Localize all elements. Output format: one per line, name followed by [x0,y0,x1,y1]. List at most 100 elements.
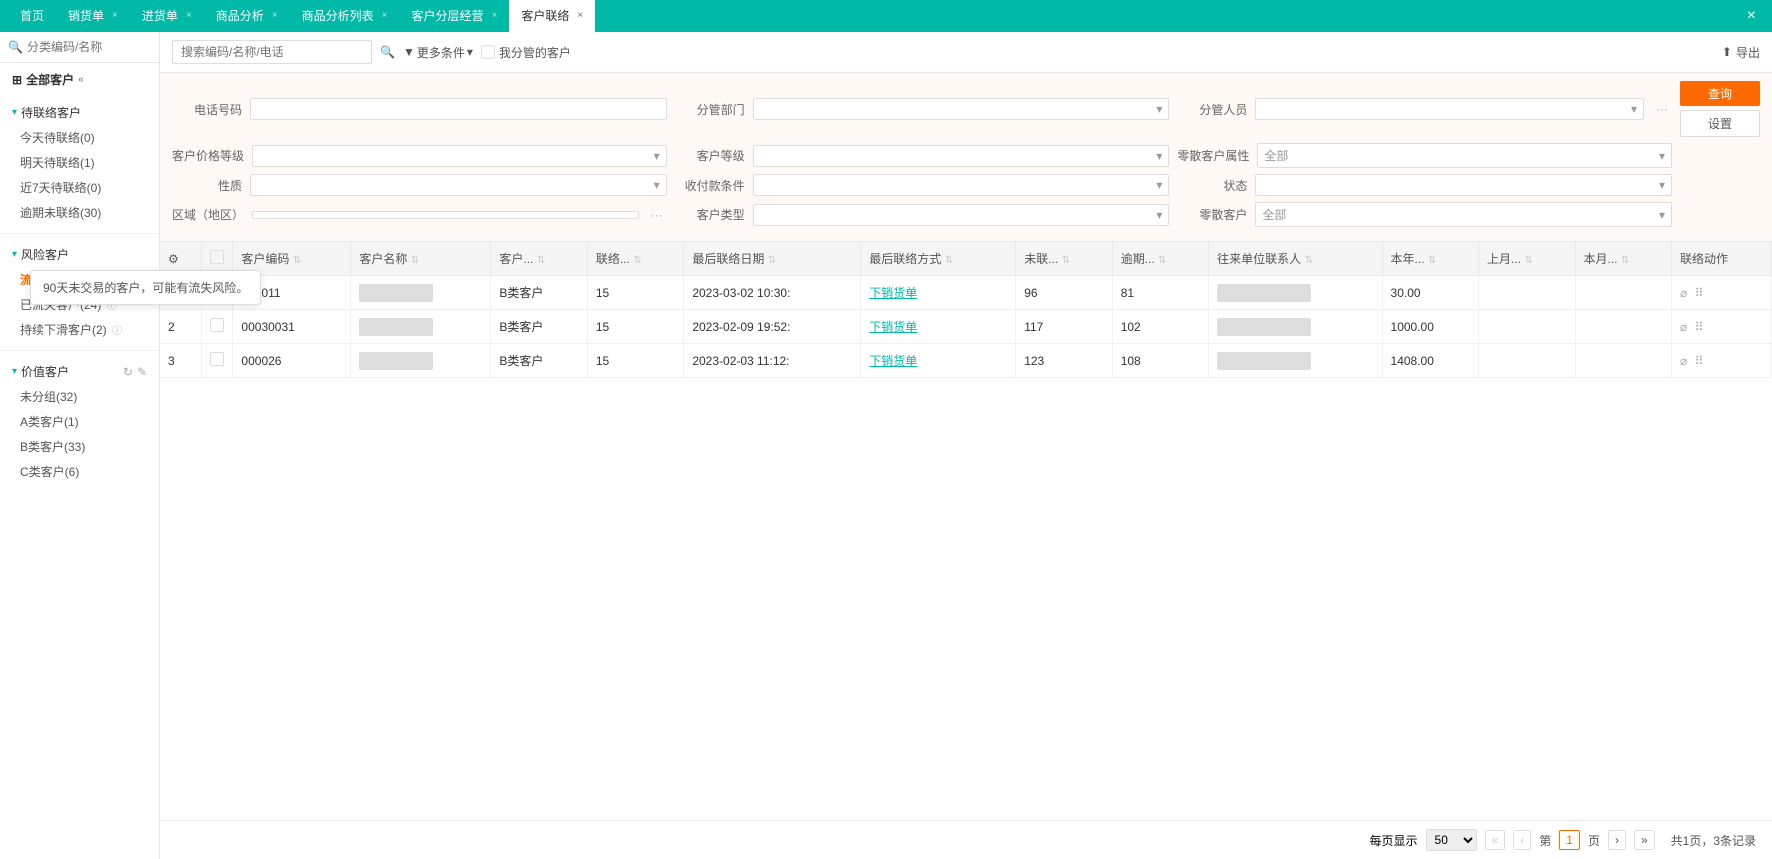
sort-icon-tmonth[interactable]: ⇅ [1621,255,1629,266]
settings-icon[interactable]: ⚙ [168,252,179,266]
nav-sales[interactable]: 销货单 × [56,0,130,32]
nav-customer-layer[interactable]: 客户分层经营 × [399,0,509,32]
query-btn[interactable]: 查询 [1680,81,1760,106]
sort-icon-date[interactable]: ⇅ [768,255,776,266]
filter-select-customer-level[interactable]: ▾ [753,145,1170,167]
refresh-icon[interactable]: ↻ [123,365,133,379]
sidebar-item-ungroup[interactable]: 未分组(32) [0,384,159,409]
sidebar-group-pending-title[interactable]: ▾ 待联络客户 [0,100,159,125]
table-area: ⚙ 客户编码 ⇅ 客户名称 ⇅ 客户... [160,242,1772,820]
sidebar-item-class-c[interactable]: C类客户(6) [0,459,159,484]
cell-last-method[interactable]: 下销货单 [861,344,1016,378]
sort-icon-contact2[interactable]: ⇅ [1305,255,1313,266]
action-link-icon[interactable]: ⌀ [1680,354,1687,368]
sidebar-group-risk-title[interactable]: ▾ 风险客户 [0,242,159,267]
sort-icon-type[interactable]: ⇅ [537,255,545,266]
sort-icon-uncontacted[interactable]: ⇅ [1062,255,1070,266]
filter-field-price-level: 客户价格等级 ▾ [172,145,667,167]
sort-icon-overdue[interactable]: ⇅ [1158,255,1166,266]
close-all-btn[interactable]: × [1739,7,1764,25]
filter-more-dot-region[interactable]: ··· [647,208,667,222]
filter-select-dept[interactable]: ▾ [753,98,1170,120]
sort-icon-year[interactable]: ⇅ [1428,255,1436,266]
filter-field-retail-attr: 零散客户属性 全部 ▾ [1177,143,1672,168]
action-link-icon[interactable]: ⌀ [1680,286,1687,300]
action-dots-icon[interactable]: ⠿ [1695,320,1704,334]
nav-purchase[interactable]: 进货单 × [130,0,204,32]
last-method-link[interactable]: 下销货单 [869,320,917,334]
sidebar-item-tomorrow[interactable]: 明天待联络(1) [0,150,159,175]
cell-checkbox[interactable] [202,344,233,378]
sidebar-group-value-title[interactable]: ▾ 价值客户 ↻ ✎ [0,359,159,384]
cell-last-method[interactable]: 下销货单 [861,276,1016,310]
cell-last-method[interactable]: 下销货单 [861,310,1016,344]
sidebar-item-today[interactable]: 今天待联络(0) [0,125,159,150]
cell-type: B类客户 [491,344,587,378]
sidebar-item-overdue[interactable]: 逾期未联络(30) [0,200,159,225]
first-page-btn[interactable]: « [1485,830,1506,850]
sort-icon-contact[interactable]: ⇅ [633,255,641,266]
filter-search-input[interactable] [172,40,372,64]
filter-input-phone[interactable] [250,98,667,120]
export-btn[interactable]: ⬆ 导出 [1722,44,1760,61]
sidebar-item-7days[interactable]: 近7天待联络(0) [0,175,159,200]
th-this-year: 本年... ⇅ [1382,242,1478,276]
sort-icon-code[interactable]: ⇅ [293,255,301,266]
filter-select-nature[interactable]: ▾ [250,174,667,196]
filter-select-retail-attr[interactable]: 全部 ▾ [1257,143,1672,168]
last-method-link[interactable]: 下销货单 [869,286,917,300]
filter-label-customer-type: 客户类型 [675,206,745,223]
sort-icon-method[interactable]: ⇅ [945,255,953,266]
nav-customer-contact[interactable]: 客户联络 × [509,0,595,32]
cell-name: ████ [351,310,491,344]
setting-btn[interactable]: 设置 [1680,110,1760,137]
table-row: 2 00030031 ████ B类客户 15 2023-02-09 19:52… [160,310,1772,344]
action-dots-icon[interactable]: ⠿ [1695,354,1704,368]
filter-my-customers[interactable]: 我分管的客户 [481,44,571,61]
sidebar-all-customers[interactable]: ⊞ 全部客户 « [0,63,159,96]
last-method-link[interactable]: 下销货单 [869,354,917,368]
filter-select-price-level[interactable]: ▾ [252,145,667,167]
checkbox-my-customers[interactable] [481,45,495,59]
page-input-label: 第 [1539,832,1551,849]
sort-icon-name[interactable]: ⇅ [411,255,419,266]
nav-sales-close[interactable]: × [112,0,118,32]
header-checkbox[interactable] [210,250,224,264]
filter-select-retail[interactable]: 全部 ▾ [1255,202,1672,227]
cell-contact: 15 [587,310,683,344]
action-link-icon[interactable]: ⌀ [1680,320,1687,334]
nav-analysis-list-close[interactable]: × [382,0,388,32]
action-dots-icon[interactable]: ⠿ [1695,286,1704,300]
sidebar-item-class-a[interactable]: A类客户(1) [0,409,159,434]
table-row: 1 000011 ████ B类客户 15 2023-03-02 10:30: … [160,276,1772,310]
nav-analysis-close[interactable]: × [272,0,278,32]
filter-more-btn[interactable]: ▼ 更多条件 ▾ [403,44,473,61]
filter-field-customer-type: 客户类型 ▾ [675,204,1170,226]
nav-analysis[interactable]: 商品分析 × [204,0,290,32]
filter-select-customer-type[interactable]: ▾ [753,204,1170,226]
filter-select-manager[interactable]: ▾ [1255,98,1644,120]
last-page-btn[interactable]: » [1634,830,1655,850]
edit-icon[interactable]: ✎ [137,365,147,379]
sidebar-search-header: 🔍 [0,32,159,63]
filter-select-region[interactable] [252,211,639,219]
cell-checkbox[interactable] [202,310,233,344]
nav-home[interactable]: 首页 [8,0,56,32]
filter-search-btn[interactable]: 🔍 [380,45,395,59]
sidebar-item-declining[interactable]: 持续下滑客户(2) ⓘ [0,317,159,342]
filter-more-dot-1[interactable]: ··· [1652,102,1672,116]
sidebar-item-class-b[interactable]: B类客户(33) [0,434,159,459]
next-page-btn[interactable]: › [1608,830,1626,850]
nav-customer-contact-close[interactable]: × [577,0,583,32]
nav-purchase-close[interactable]: × [186,0,192,32]
nav-customer-layer-close[interactable]: × [491,0,497,32]
prev-page-btn[interactable]: ‹ [1513,830,1531,850]
sort-icon-lmonth[interactable]: ⇅ [1524,255,1532,266]
nav-analysis-list[interactable]: 商品分析列表 × [290,0,400,32]
chevron-down-icon: ▾ [467,45,473,59]
filter-select-payment[interactable]: ▾ [753,174,1170,196]
filter-select-status[interactable]: ▾ [1255,174,1672,196]
filter-field-status: 状态 ▾ [1177,174,1672,196]
sidebar-search-input[interactable] [27,40,160,54]
per-page-select[interactable]: 50 100 [1426,829,1477,851]
